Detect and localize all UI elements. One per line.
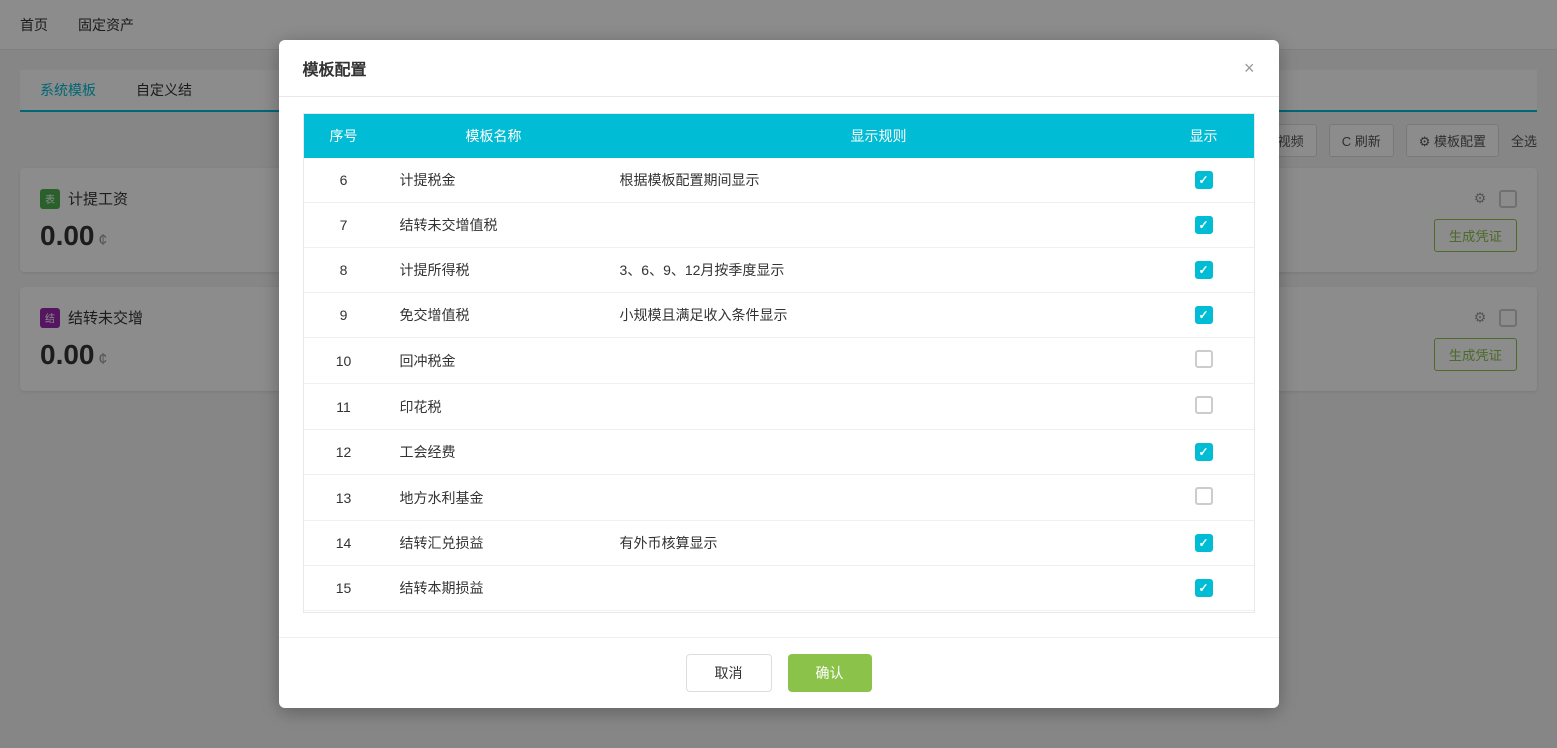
table-row: 16 结转未分配利润 12月份显示 <box>304 611 1254 614</box>
row-name: 工会经费 <box>384 430 604 475</box>
row-rule: 小规模且满足收入条件显示 <box>604 293 1154 338</box>
col-header-index: 序号 <box>304 114 384 158</box>
col-header-rule: 显示规则 <box>604 114 1154 158</box>
table-row: 8 计提所得税 3、6、9、12月按季度显示 <box>304 248 1254 293</box>
row-name: 结转本期损益 <box>384 566 604 611</box>
row-checkbox[interactable] <box>1195 487 1213 505</box>
table-row: 11 印花税 <box>304 384 1254 430</box>
row-name: 结转未交增值税 <box>384 203 604 248</box>
row-rule <box>604 384 1154 430</box>
modal-template-config: 模板配置 × 序号 模板名称 显示规则 显示 6 <box>279 40 1279 708</box>
row-checkbox[interactable] <box>1195 350 1213 368</box>
row-name: 免交增值税 <box>384 293 604 338</box>
row-name: 结转汇兑损益 <box>384 521 604 566</box>
table-row: 10 回冲税金 <box>304 338 1254 384</box>
row-name: 回冲税金 <box>384 338 604 384</box>
row-rule: 12月份显示 <box>604 611 1154 614</box>
row-rule: 有外币核算显示 <box>604 521 1154 566</box>
row-rule <box>604 338 1154 384</box>
row-checkbox[interactable] <box>1195 306 1213 324</box>
row-checkbox[interactable] <box>1195 534 1213 552</box>
row-index: 8 <box>304 248 384 293</box>
table-row: 7 结转未交增值税 <box>304 203 1254 248</box>
table-row: 6 计提税金 根据模板配置期间显示 <box>304 158 1254 203</box>
row-index: 15 <box>304 566 384 611</box>
row-checkbox[interactable] <box>1195 579 1213 597</box>
modal-header: 模板配置 × <box>279 40 1279 97</box>
row-index: 11 <box>304 384 384 430</box>
row-rule <box>604 430 1154 475</box>
col-header-display: 显示 <box>1154 114 1254 158</box>
row-rule <box>604 566 1154 611</box>
row-index: 13 <box>304 475 384 521</box>
modal-close-button[interactable]: × <box>1244 59 1255 77</box>
row-checkbox[interactable] <box>1195 261 1213 279</box>
table-row: 14 结转汇兑损益 有外币核算显示 <box>304 521 1254 566</box>
row-rule: 3、6、9、12月按季度显示 <box>604 248 1154 293</box>
table-row: 15 结转本期损益 <box>304 566 1254 611</box>
row-checkbox[interactable] <box>1195 171 1213 189</box>
row-rule <box>604 203 1154 248</box>
table-row: 13 地方水利基金 <box>304 475 1254 521</box>
row-index: 14 <box>304 521 384 566</box>
table-row: 12 工会经费 <box>304 430 1254 475</box>
table-row: 9 免交增值税 小规模且满足收入条件显示 <box>304 293 1254 338</box>
row-index: 16 <box>304 611 384 614</box>
row-index: 9 <box>304 293 384 338</box>
col-header-name: 模板名称 <box>384 114 604 158</box>
row-index: 6 <box>304 158 384 203</box>
row-rule: 根据模板配置期间显示 <box>604 158 1154 203</box>
modal-overlay: 模板配置 × 序号 模板名称 显示规则 显示 6 <box>0 0 1557 748</box>
row-name: 地方水利基金 <box>384 475 604 521</box>
modal-body: 序号 模板名称 显示规则 显示 6 计提税金 根据模板配置期间显示 7 结转未交… <box>279 97 1279 637</box>
row-index: 12 <box>304 430 384 475</box>
row-index: 10 <box>304 338 384 384</box>
row-checkbox[interactable] <box>1195 396 1213 414</box>
table-scroll-container[interactable]: 序号 模板名称 显示规则 显示 6 计提税金 根据模板配置期间显示 7 结转未交… <box>303 113 1255 613</box>
confirm-button[interactable]: 确认 <box>788 654 872 692</box>
row-checkbox[interactable] <box>1195 443 1213 461</box>
cancel-button[interactable]: 取消 <box>686 654 772 692</box>
row-name: 计提所得税 <box>384 248 604 293</box>
row-name: 结转未分配利润 <box>384 611 604 614</box>
row-index: 7 <box>304 203 384 248</box>
modal-footer: 取消 确认 <box>279 637 1279 708</box>
row-checkbox[interactable] <box>1195 216 1213 234</box>
row-name: 印花税 <box>384 384 604 430</box>
row-name: 计提税金 <box>384 158 604 203</box>
modal-title: 模板配置 <box>303 56 367 80</box>
config-table: 序号 模板名称 显示规则 显示 6 计提税金 根据模板配置期间显示 7 结转未交… <box>304 114 1254 613</box>
row-rule <box>604 475 1154 521</box>
